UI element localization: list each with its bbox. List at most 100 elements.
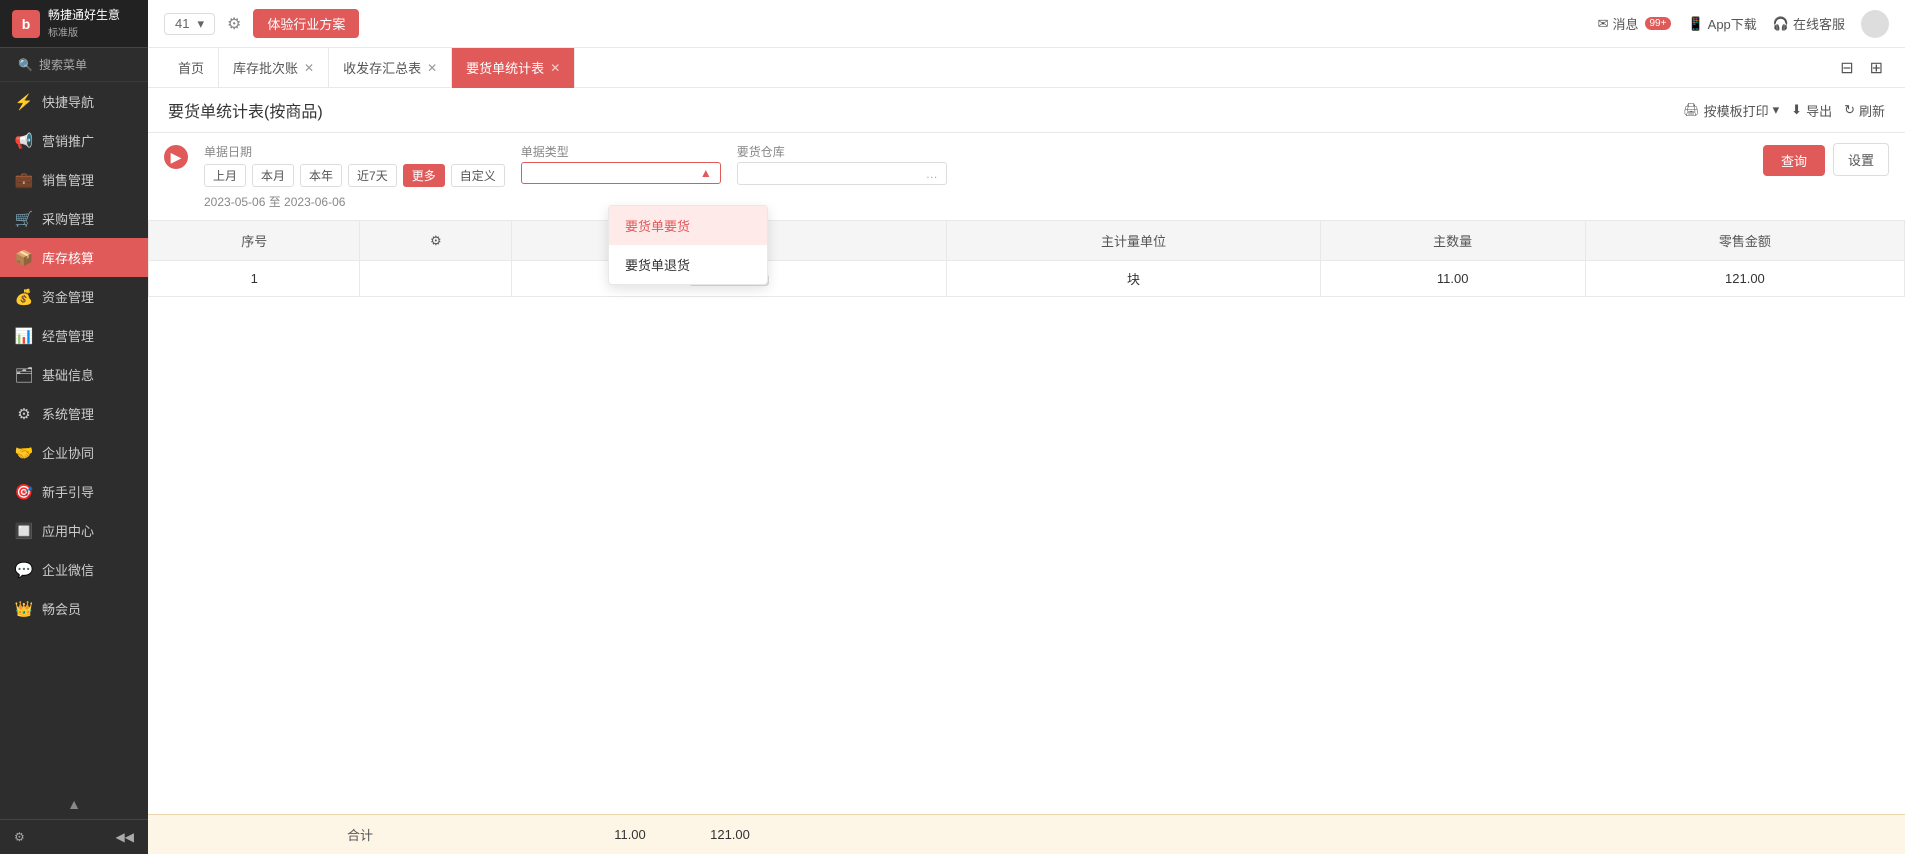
export-icon: ⬇ <box>1791 102 1802 118</box>
cell-amount: 121.00 <box>1585 261 1904 297</box>
sidebar-item-guide[interactable]: 🎯 新手引导 <box>0 472 148 511</box>
tab-recv-send-close[interactable]: ✕ <box>427 61 437 75</box>
sidebar-item-sales[interactable]: 💼 销售管理 <box>0 160 148 199</box>
sidebar-item-finance[interactable]: 💰 资金管理 <box>0 277 148 316</box>
chevron-up-icon: ▲ <box>700 166 712 180</box>
operations-icon: 📊 <box>14 327 34 345</box>
scroll-up-icon[interactable]: ▲ <box>59 792 89 816</box>
sidebar-scroll-area: ▲ <box>0 789 148 819</box>
filter-warehouse-input[interactable] <box>746 166 922 181</box>
cell-seq: 1 <box>149 261 360 297</box>
appstore-icon: 🔲 <box>14 522 34 540</box>
sidebar-item-label: 采购管理 <box>42 209 94 228</box>
dropdown-item-return[interactable]: 要货单退货 <box>609 245 767 284</box>
sidebar-item-enterprise[interactable]: 🤝 企业协同 <box>0 433 148 472</box>
sidebar-item-basic[interactable]: 🗂 基础信息 <box>0 355 148 394</box>
sidebar-item-label: 应用中心 <box>42 521 94 540</box>
filter-warehouse-select[interactable]: … <box>737 162 947 185</box>
sidebar-collapse-icon[interactable]: ◀◀ <box>116 830 134 844</box>
footer-label: 合计 <box>240 825 480 844</box>
app-download-item[interactable]: 📱 App下载 <box>1687 14 1756 33</box>
sidebar-item-purchase[interactable]: 🛒 采购管理 <box>0 199 148 238</box>
tab-home[interactable]: 首页 <box>164 48 219 88</box>
col-unit: 主计量单位 <box>947 221 1320 261</box>
query-btn[interactable]: 查询 <box>1763 145 1825 176</box>
topbar: 41 ▾ ⚙ 体验行业方案 ✉ 消息 99+ 📱 App下载 🎧 在线客服 <box>148 0 1905 48</box>
filter-date-group: 单据日期 上月 本月 本年 近7天 更多 自定义 2023-05-06 至 20… <box>204 143 505 210</box>
cell-unit: 块 <box>947 261 1320 297</box>
filter-date-row: 上月 本月 本年 近7天 更多 自定义 <box>204 164 505 187</box>
tab-order-summary[interactable]: 要货单统计表 ✕ <box>452 48 575 88</box>
tab-order-summary-close[interactable]: ✕ <box>550 61 560 75</box>
chevron-down-icon: ▾ <box>1773 102 1780 118</box>
table-settings-icon[interactable]: ⚙ <box>430 233 442 248</box>
filter-this-month-btn[interactable]: 本月 <box>252 164 294 187</box>
col-amount: 零售金额 <box>1585 221 1904 261</box>
user-avatar[interactable] <box>1861 10 1889 38</box>
filter-warehouse-group: 要货仓库 … <box>737 143 947 185</box>
tab-recv-send-summary[interactable]: 收发存汇总表 ✕ <box>329 48 452 88</box>
sidebar-item-marketing[interactable]: 📢 营销推广 <box>0 121 148 160</box>
filter-this-year-btn[interactable]: 本年 <box>300 164 342 187</box>
filter-last7-btn[interactable]: 近7天 <box>348 164 397 187</box>
message-item[interactable]: ✉ 消息 99+ <box>1598 14 1672 33</box>
sidebar-settings-icon[interactable]: ⚙ <box>14 830 25 844</box>
online-service-label: 在线客服 <box>1793 14 1845 33</box>
page-title: 要货单统计表(按商品) <box>168 98 323 122</box>
filter-bar: ▶ 单据日期 上月 本月 本年 近7天 更多 自定义 2023-05-06 至 … <box>148 133 1905 221</box>
tab-minimize-icon[interactable]: ⊟ <box>1834 54 1859 82</box>
sidebar-item-inventory[interactable]: 📦 库存核算 <box>0 238 148 277</box>
filter-more-btn[interactable]: 更多 <box>403 164 445 187</box>
sidebar-nav: ⚡ 快捷导航 📢 营销推广 💼 销售管理 🛒 采购管理 📦 库存核算 💰 资金管… <box>0 82 148 789</box>
table-row: 1 块 11.00 121.00 <box>149 261 1905 297</box>
sidebar-item-operations[interactable]: 📊 经营管理 <box>0 316 148 355</box>
message-label: 消息 <box>1612 14 1638 33</box>
tab-inventory-batch-close[interactable]: ✕ <box>304 61 314 75</box>
filter-expand-btn[interactable]: ▶ <box>164 145 188 169</box>
page-header: 要货单统计表(按商品) 🖨 按模板打印 ▾ ⬇ 导出 ↻ 刷新 <box>148 88 1905 133</box>
print-template-btn[interactable]: 🖨 按模板打印 ▾ <box>1683 101 1779 120</box>
sidebar-item-quick-nav[interactable]: ⚡ 快捷导航 <box>0 82 148 121</box>
tab-expand-icon[interactable]: ⊞ <box>1864 54 1889 82</box>
settings-btn[interactable]: 设置 <box>1833 143 1889 176</box>
filter-custom-btn[interactable]: 自定义 <box>451 164 505 187</box>
sidebar-item-label: 新手引导 <box>42 482 94 501</box>
topbar-right: ✉ 消息 99+ 📱 App下载 🎧 在线客服 <box>1598 10 1889 38</box>
refresh-btn[interactable]: ↻ 刷新 <box>1844 101 1885 120</box>
sidebar-item-member[interactable]: 👑 畅会员 <box>0 589 148 628</box>
search-icon: 🔍 <box>18 58 33 72</box>
online-service-item[interactable]: 🎧 在线客服 <box>1773 14 1845 33</box>
trial-btn[interactable]: 体验行业方案 <box>253 9 359 38</box>
cell-qty: 11.00 <box>1320 261 1585 297</box>
filter-prev-month-btn[interactable]: 上月 <box>204 164 246 187</box>
sidebar-item-label: 快捷导航 <box>42 92 94 111</box>
export-btn[interactable]: ⬇ 导出 <box>1791 101 1832 120</box>
dropdown-item-delivery[interactable]: 要货单要货 <box>609 206 767 245</box>
sidebar-item-label: 经营管理 <box>42 326 94 345</box>
sidebar-item-label: 企业微信 <box>42 560 94 579</box>
enterprise-icon: 🤝 <box>14 444 34 462</box>
filter-more-dots-icon: … <box>926 167 938 181</box>
sidebar-item-wechat[interactable]: 💬 企业微信 <box>0 550 148 589</box>
sidebar-item-label: 资金管理 <box>42 287 94 306</box>
settings-icon[interactable]: ⚙ <box>227 14 241 34</box>
filter-type-select[interactable]: ▲ <box>521 162 721 184</box>
sidebar-item-system[interactable]: ⚙ 系统管理 <box>0 394 148 433</box>
sidebar-item-label: 系统管理 <box>42 404 94 423</box>
filter-type-label: 单据类型 <box>521 143 721 160</box>
filter-date-range: 2023-05-06 至 2023-06-06 <box>204 193 505 210</box>
footer-amount: 121.00 <box>680 827 780 842</box>
finance-icon: 💰 <box>14 288 34 306</box>
cell-empty <box>360 261 512 297</box>
sidebar-item-appstore[interactable]: 🔲 应用中心 <box>0 511 148 550</box>
col-settings[interactable]: ⚙ <box>360 221 512 261</box>
footer-qty: 11.00 <box>580 827 680 842</box>
tab-inventory-batch[interactable]: 库存批次账 ✕ <box>219 48 329 88</box>
tabs-count-indicator[interactable]: 41 ▾ <box>164 13 215 35</box>
sidebar-search[interactable]: 🔍 搜索菜单 <box>0 48 148 82</box>
marketing-icon: 📢 <box>14 132 34 150</box>
table-area: 序号 ⚙ 商品 主计量单位 主数量 零售金额 1 <box>148 221 1905 814</box>
mobile-icon: 📱 <box>1687 16 1703 32</box>
table-footer: 合计 11.00 121.00 <box>148 814 1905 854</box>
headset-icon: 🎧 <box>1773 16 1789 32</box>
